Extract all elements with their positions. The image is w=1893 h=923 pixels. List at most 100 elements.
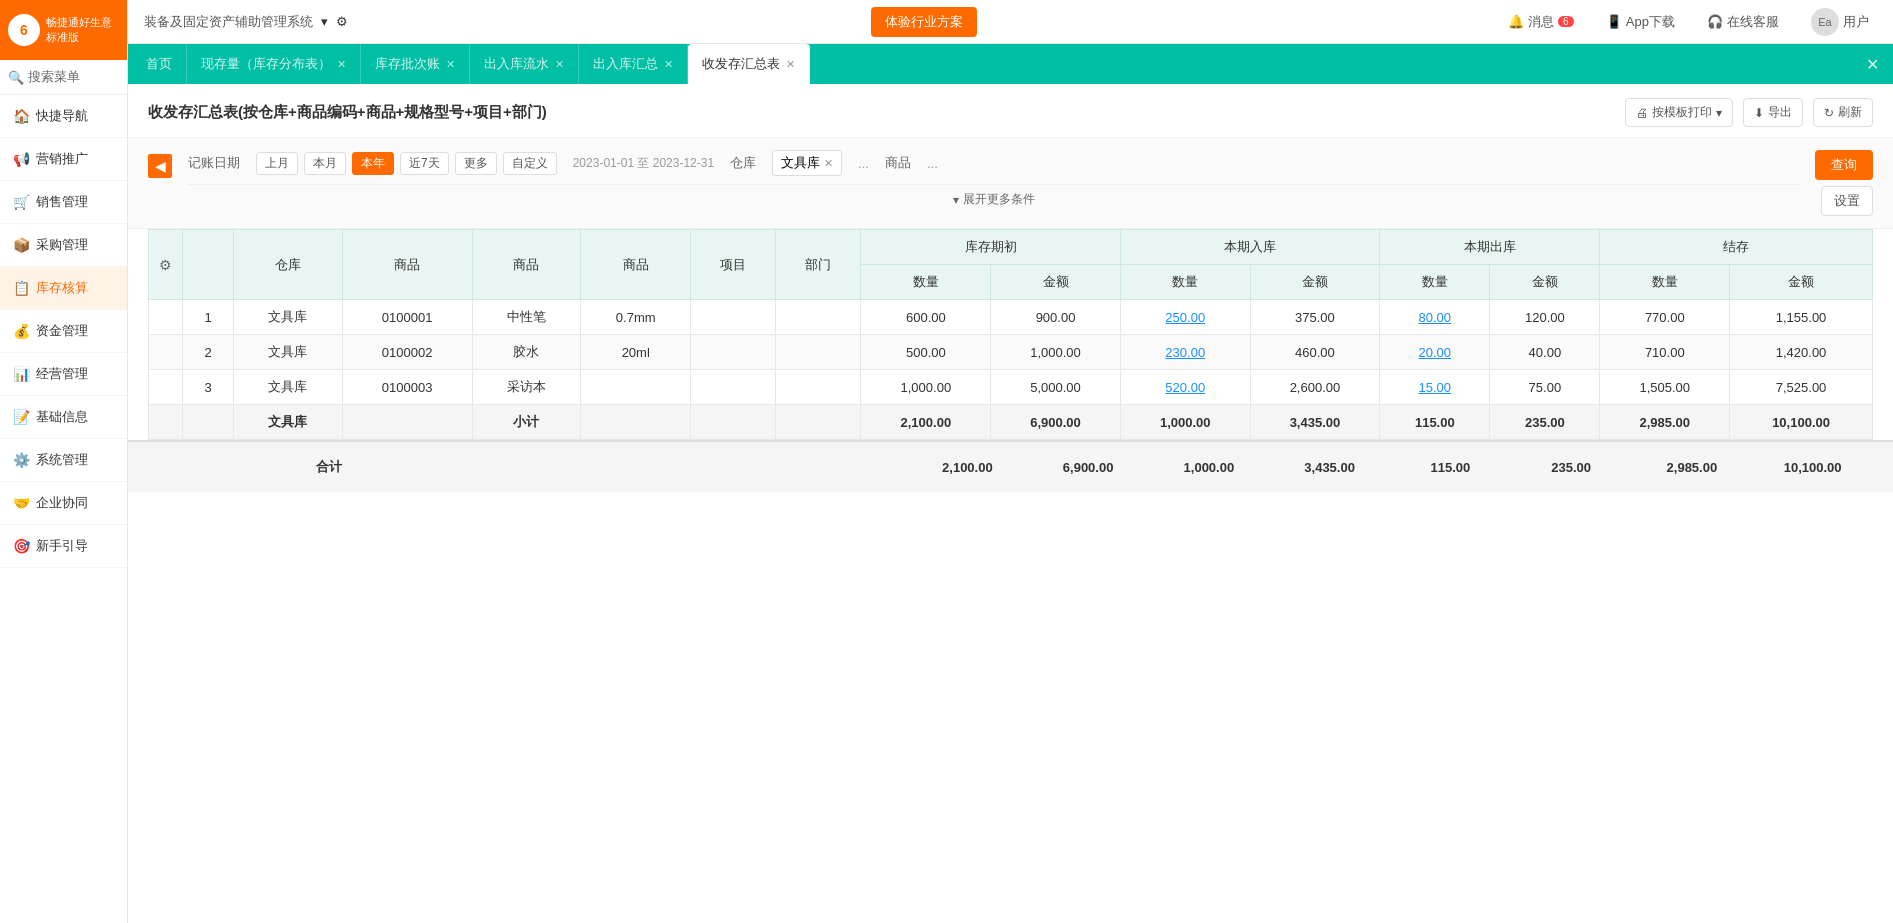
online-service-btn[interactable]: 🎧 在线客服 — [1699, 9, 1787, 35]
refresh-btn[interactable]: ↻ 刷新 — [1813, 98, 1873, 127]
row-dept — [776, 405, 861, 440]
row-warehouse: 文具库 — [234, 335, 343, 370]
footer-opening-qty: 2,100.00 — [907, 450, 1028, 484]
date-btn-more[interactable]: 更多 — [455, 152, 497, 175]
warehouse-more-btn[interactable]: ... — [858, 156, 869, 171]
row-opening-amt: 900.00 — [991, 300, 1121, 335]
footer-row: 合计 2,100.00 6,900.00 1,000.00 3,435.00 1… — [148, 450, 1873, 484]
tab-inout-flow[interactable]: 出入库流水 ✕ — [470, 44, 579, 84]
row-out-amt: 40.00 — [1490, 335, 1600, 370]
row-balance-qty: 2,985.00 — [1600, 405, 1730, 440]
sidebar-search[interactable]: 🔍 搜索菜单 — [0, 60, 127, 95]
row-out-qty[interactable]: 80.00 — [1380, 300, 1490, 335]
close-tab-stock-summary[interactable]: ✕ — [786, 58, 795, 71]
sidebar-item-purchase[interactable]: 📦 采购管理 — [0, 224, 127, 267]
tab-home[interactable]: 首页 — [132, 44, 187, 84]
row-in-qty[interactable]: 250.00 — [1120, 300, 1250, 335]
date-btn-last-month[interactable]: 上月 — [256, 152, 298, 175]
print-btn[interactable]: 🖨 按模板打印 ▾ — [1625, 98, 1733, 127]
export-btn[interactable]: ⬇ 导出 — [1743, 98, 1803, 127]
col-dept-header: 部门 — [776, 230, 861, 300]
tab-stock-dist[interactable]: 现存量（库存分布表） ✕ — [187, 44, 361, 84]
sidebar-item-marketing[interactable]: 📢 营销推广 — [0, 138, 127, 181]
sidebar-item-guide[interactable]: 🎯 新手引导 — [0, 525, 127, 568]
col-project-header: 项目 — [691, 230, 776, 300]
col-warehouse-header: 仓库 — [234, 230, 343, 300]
table-row: 2 文具库 0100002 胶水 20ml 500.00 1,000.00 23… — [149, 335, 1873, 370]
export-icon: ⬇ — [1754, 106, 1764, 120]
row-in-qty[interactable]: 520.00 — [1120, 370, 1250, 405]
date-btn-7days[interactable]: 近7天 — [400, 152, 449, 175]
close-tab-inout-summary[interactable]: ✕ — [664, 58, 673, 71]
sidebar-item-operations[interactable]: 📊 经营管理 — [0, 353, 127, 396]
date-btn-this-year[interactable]: 本年 — [352, 152, 394, 175]
box-icon: 📦 — [12, 236, 30, 254]
expand-more-btn[interactable]: ▾ 展开更多条件 — [188, 184, 1799, 214]
filter-toggle-btn[interactable]: ◀ — [148, 154, 172, 178]
sidebar-item-quick-nav[interactable]: 🏠 快捷导航 — [0, 95, 127, 138]
close-tab-batch-ledger[interactable]: ✕ — [446, 58, 455, 71]
sidebar-item-base-info[interactable]: 📝 基础信息 — [0, 396, 127, 439]
row-spec — [581, 405, 691, 440]
filter-fields: 记账日期 上月 本月 本年 近7天 更多 自定义 2023-01-01 至 20… — [188, 150, 1799, 214]
date-btn-custom[interactable]: 自定义 — [503, 152, 557, 175]
col-balance-qty-header: 数量 — [1600, 265, 1730, 300]
row-code: 0100002 — [342, 335, 472, 370]
table-settings-icon[interactable]: ⚙ — [159, 257, 172, 273]
app-download-btn[interactable]: 📱 App下载 — [1598, 9, 1683, 35]
goods-more-btn[interactable]: ... — [927, 156, 938, 171]
cart-icon: 🛒 — [12, 193, 30, 211]
tab-inout-summary[interactable]: 出入库汇总 ✕ — [579, 44, 688, 84]
row-balance-amt: 7,525.00 — [1730, 370, 1873, 405]
sidebar-item-assets[interactable]: 💰 资金管理 — [0, 310, 127, 353]
filter-row-1: 记账日期 上月 本月 本年 近7天 更多 自定义 2023-01-01 至 20… — [188, 150, 1799, 176]
user-btn[interactable]: Ea 用户 — [1803, 4, 1877, 40]
clipboard-icon: 📋 — [12, 279, 30, 297]
col-name-header: 商品 — [472, 230, 581, 300]
mobile-icon: 📱 — [1606, 14, 1622, 29]
money-icon: 💰 — [12, 322, 30, 340]
close-tab-stock-dist[interactable]: ✕ — [337, 58, 346, 71]
col-out-qty-header: 数量 — [1380, 265, 1490, 300]
sidebar-item-inventory[interactable]: 📋 库存核算 — [0, 267, 127, 310]
row-dept — [776, 300, 861, 335]
row-in-amt: 375.00 — [1250, 300, 1380, 335]
row-code: 0100001 — [342, 300, 472, 335]
settings-icon[interactable]: ⚙ — [336, 14, 348, 29]
tab-batch-ledger[interactable]: 库存批次账 ✕ — [361, 44, 470, 84]
date-btn-this-month[interactable]: 本月 — [304, 152, 346, 175]
col-index-header — [183, 230, 234, 300]
row-out-qty[interactable]: 15.00 — [1380, 370, 1490, 405]
sidebar-item-sales[interactable]: 🛒 销售管理 — [0, 181, 127, 224]
logo-icon: 6 — [8, 14, 40, 46]
row-in-amt: 3,435.00 — [1250, 405, 1380, 440]
set-btn[interactable]: 设置 — [1821, 186, 1873, 216]
sidebar-item-system[interactable]: ⚙️ 系统管理 — [0, 439, 127, 482]
row-in-amt: 460.00 — [1250, 335, 1380, 370]
col-settings[interactable]: ⚙ — [149, 230, 183, 300]
print-icon: 🖨 — [1636, 106, 1648, 120]
message-btn[interactable]: 🔔 消息 6 — [1500, 9, 1582, 35]
row-balance-qty: 770.00 — [1600, 300, 1730, 335]
close-all-tabs[interactable]: ✕ — [1856, 55, 1889, 74]
close-tab-inout-flow[interactable]: ✕ — [555, 58, 564, 71]
tab-stock-summary[interactable]: 收发存汇总表 ✕ — [688, 44, 810, 84]
remove-warehouse-tag[interactable]: ✕ — [824, 157, 833, 170]
row-code: 0100003 — [342, 370, 472, 405]
col-in-header: 本期入库 — [1120, 230, 1379, 265]
col-code-header: 商品 — [342, 230, 472, 300]
page-header: 收发存汇总表(按仓库+商品编码+商品+规格型号+项目+部门) 🖨 按模板打印 ▾… — [128, 84, 1893, 138]
search-icon: 🔍 — [8, 70, 24, 85]
try-btn[interactable]: 体验行业方案 — [871, 7, 977, 37]
row-out-qty[interactable]: 20.00 — [1380, 335, 1490, 370]
row-index: 1 — [183, 300, 234, 335]
col-opening-qty-header: 数量 — [861, 265, 991, 300]
goods-label: 商品 — [885, 154, 911, 172]
sidebar-item-enterprise[interactable]: 🤝 企业协同 — [0, 482, 127, 525]
header-left: 装备及固定资产辅助管理系统 ▾ ⚙ — [144, 13, 348, 31]
query-section: 查询 设置 — [1815, 150, 1873, 216]
row-in-qty[interactable]: 230.00 — [1120, 335, 1250, 370]
row-warehouse: 文具库 — [234, 405, 343, 440]
query-btn[interactable]: 查询 — [1815, 150, 1873, 180]
row-warehouse: 文具库 — [234, 370, 343, 405]
